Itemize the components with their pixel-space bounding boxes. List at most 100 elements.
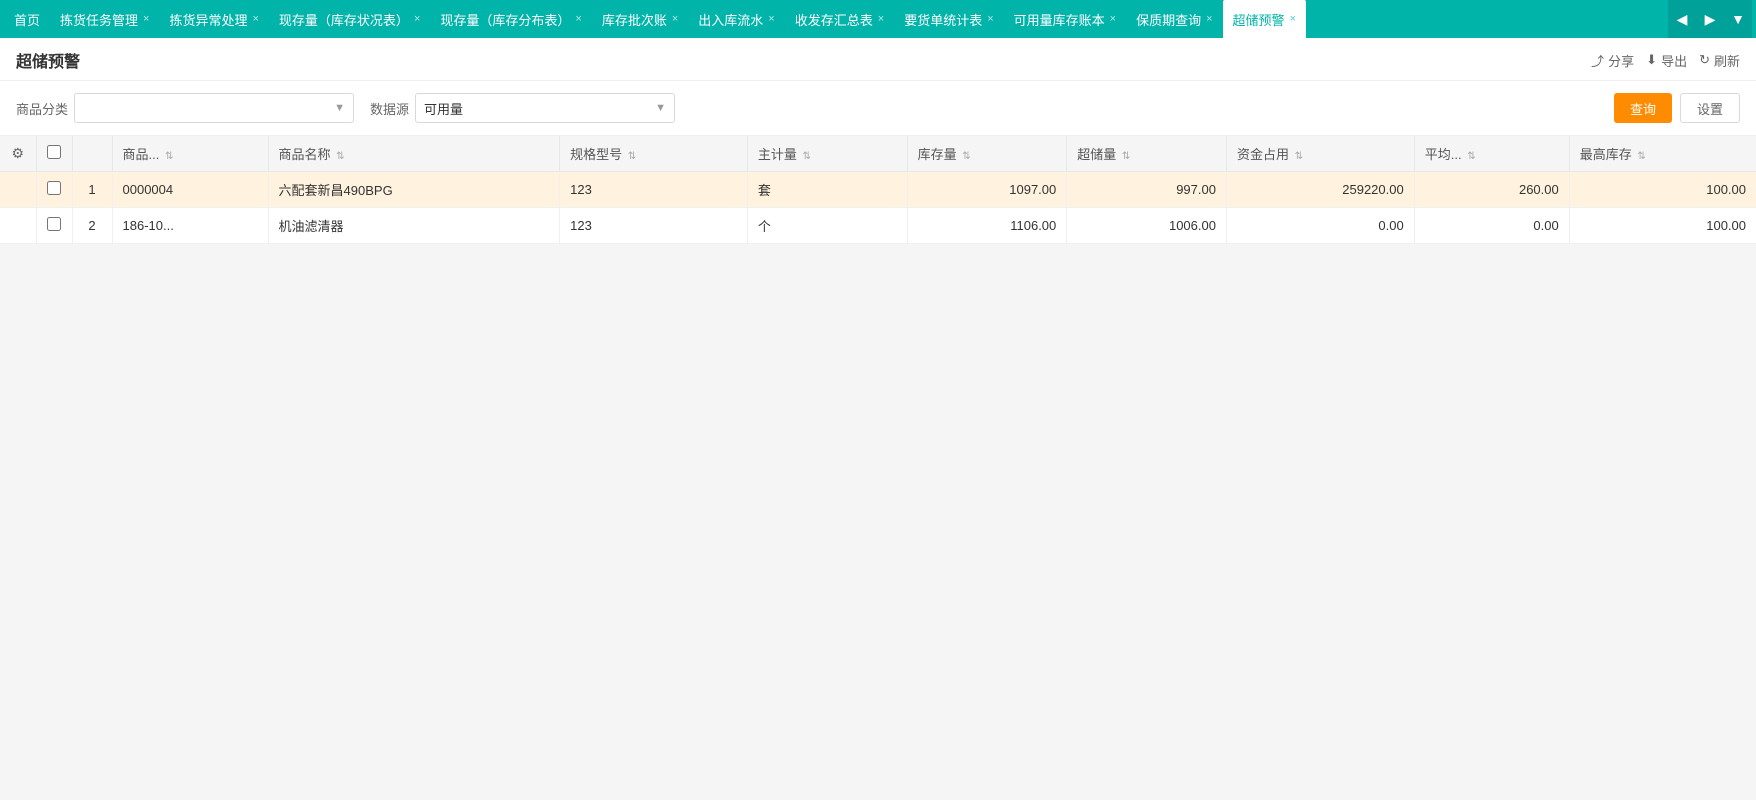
export-button[interactable]: ⬇ 导出 [1646,51,1687,70]
td-spec: 123 [560,208,748,244]
nav-right-arrow[interactable]: ▶ [1696,0,1724,38]
td-stock: 1106.00 [907,208,1067,244]
table-header-row: ⚙ 商品... ⇅ 商品名称 ⇅ 规格型号 [0,136,1756,172]
td-row-num: 1 [72,172,112,208]
nav-item-abnormal[interactable]: 拣货异常处理 × [159,0,268,38]
settings-button[interactable]: 设置 [1680,93,1740,123]
sort-overstock-icon: ⇅ [1122,151,1130,162]
datasource-filter-group: 数据源 可用量 ▼ [370,93,675,123]
nav-item-order-stat[interactable]: 要货单统计表 × [894,0,1003,38]
td-overstock: 1006.00 [1067,208,1227,244]
th-spec[interactable]: 规格型号 ⇅ [560,136,748,172]
nav-item-label: 拣货异常处理 [169,10,247,29]
category-label: 商品分类 [16,99,68,118]
nav-item-close[interactable]: × [143,13,149,25]
nav-item-close[interactable]: × [672,13,678,25]
page-container: 超储预警 ⤴ 分享 ⬇ 导出 ↻ 刷新 商品分类 ▼ 数据源 [0,38,1756,244]
nav-item-label: 保质期查询 [1136,10,1201,29]
td-row-checkbox [36,208,72,244]
td-unit: 套 [747,172,907,208]
th-avg[interactable]: 平均... ⇅ [1414,136,1569,172]
nav-more-arrow[interactable]: ▼ [1724,0,1752,38]
share-icon: ⤴ [1591,51,1604,70]
sort-unit-icon: ⇅ [803,151,811,162]
sort-max-stock-icon: ⇅ [1637,151,1645,162]
td-product-code: 186-10... [112,208,268,244]
nav-item-inout-flow[interactable]: 出入库流水 × [688,0,784,38]
datasource-select[interactable]: 可用量 ▼ [415,93,675,123]
td-avg: 260.00 [1414,172,1569,208]
th-capital[interactable]: 资金占用 ⇅ [1226,136,1414,172]
nav-item-stock-batch[interactable]: 库存批次账 × [592,0,688,38]
nav-item-label: 现存量（库存状况表） [279,10,409,29]
datasource-label: 数据源 [370,99,409,118]
nav-item-overstock[interactable]: 超储预警× [1223,0,1306,38]
nav-item-stock-dist[interactable]: 现存量（库存分布表）× [430,0,591,38]
nav-item-stock-status[interactable]: 现存量（库存状况表） × [269,0,430,38]
category-select[interactable]: ▼ [74,93,354,123]
datasource-select-value: 可用量 [424,99,463,118]
nav-item-close[interactable]: × [987,13,993,25]
nav-item-close[interactable]: × [1206,13,1212,25]
refresh-button[interactable]: ↻ 刷新 [1699,51,1740,70]
share-button[interactable]: ⤴ 分享 [1591,51,1634,70]
page-actions: ⤴ 分享 ⬇ 导出 ↻ 刷新 [1591,51,1740,70]
data-table-wrap: ⚙ 商品... ⇅ 商品名称 ⇅ 规格型号 [0,136,1756,244]
gear-icon[interactable]: ⚙ [11,145,24,161]
sort-product-code-icon: ⇅ [165,151,173,162]
nav-item-close[interactable]: × [414,13,420,25]
th-checkbox[interactable] [36,136,72,172]
th-gear[interactable]: ⚙ [0,136,36,172]
td-product-code: 0000004 [112,172,268,208]
td-stock: 1097.00 [907,172,1067,208]
sort-product-name-icon: ⇅ [336,151,344,162]
select-all-checkbox[interactable] [47,145,61,159]
page-title: 超储预警 [16,48,80,72]
th-max-stock[interactable]: 最高库存 ⇅ [1569,136,1756,172]
th-product-name[interactable]: 商品名称 ⇅ [268,136,560,172]
export-icon: ⬇ [1646,52,1657,68]
td-capital: 0.00 [1226,208,1414,244]
td-avg: 0.00 [1414,208,1569,244]
nav-item-close[interactable]: × [768,13,774,25]
data-table: ⚙ 商品... ⇅ 商品名称 ⇅ 规格型号 [0,136,1756,244]
td-row-gear [0,208,36,244]
nav-item-close[interactable]: × [1290,13,1296,25]
nav-item-close[interactable]: × [252,13,258,25]
table-row: 10000004六配套新昌490BPG123套1097.00997.002592… [0,172,1756,208]
nav-item-label: 要货单统计表 [904,10,982,29]
page-header: 超储预警 ⤴ 分享 ⬇ 导出 ↻ 刷新 [0,38,1756,81]
nav-item-quality[interactable]: 保质期查询 × [1126,0,1222,38]
nav-item-close[interactable]: × [878,13,884,25]
td-product-name: 六配套新昌490BPG [268,172,560,208]
nav-item-label: 出入库流水 [698,10,763,29]
sort-spec-icon: ⇅ [628,151,636,162]
row-checkbox[interactable] [47,181,61,195]
th-num [72,136,112,172]
filter-actions: 查询 设置 [1614,93,1740,123]
nav-item-recv-summary[interactable]: 收发存汇总表× [785,0,894,38]
th-overstock[interactable]: 超储量 ⇅ [1067,136,1227,172]
nav-item-avail-stock[interactable]: 可用量库存账本× [1004,0,1126,38]
nav-item-close[interactable]: × [575,13,581,25]
td-row-gear [0,172,36,208]
td-product-name: 机油滤清器 [268,208,560,244]
td-row-num: 2 [72,208,112,244]
nav-item-label: 拣货任务管理 [60,10,138,29]
nav-left-arrow[interactable]: ◀ [1668,0,1696,38]
nav-item-close[interactable]: × [1110,13,1116,25]
td-max-stock: 100.00 [1569,172,1756,208]
nav-item-home[interactable]: 首页 [4,0,50,38]
th-product-code[interactable]: 商品... ⇅ [112,136,268,172]
sort-stock-icon: ⇅ [962,151,970,162]
category-filter-group: 商品分类 ▼ [16,93,354,123]
nav-item-task-mgmt[interactable]: 拣货任务管理 × [50,0,159,38]
th-unit[interactable]: 主计量 ⇅ [747,136,907,172]
td-capital: 259220.00 [1226,172,1414,208]
row-checkbox[interactable] [47,217,61,231]
nav-item-label: 首页 [14,10,40,29]
filter-bar: 商品分类 ▼ 数据源 可用量 ▼ 查询 设置 [0,81,1756,136]
nav-item-label: 库存批次账 [602,10,667,29]
query-button[interactable]: 查询 [1614,93,1672,123]
th-stock[interactable]: 库存量 ⇅ [907,136,1067,172]
